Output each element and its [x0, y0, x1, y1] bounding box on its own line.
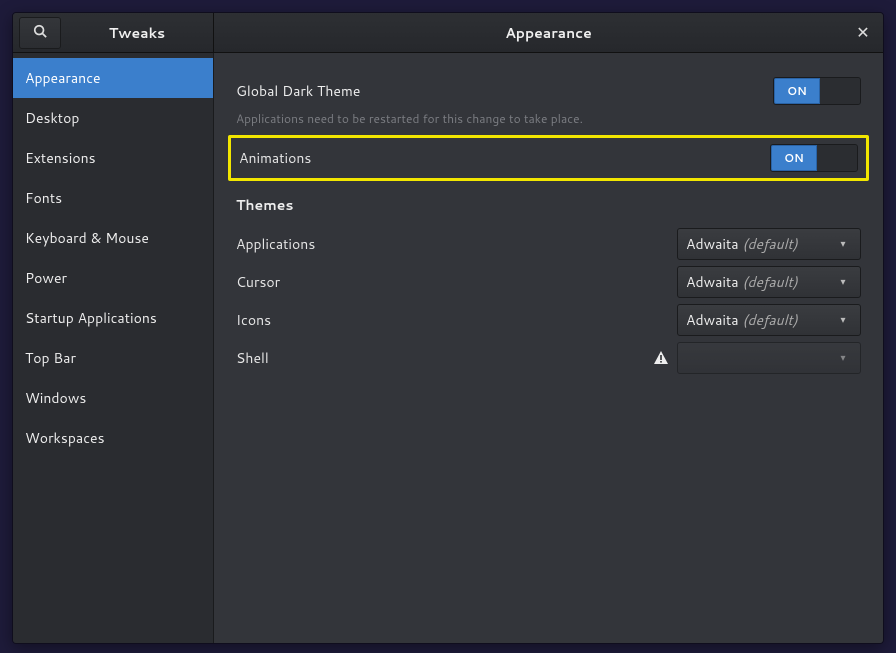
sidebar-item-fonts[interactable]: Fonts [13, 178, 213, 218]
combo-default-suffix: (default) [742, 234, 797, 254]
window-body: AppearanceDesktopExtensionsFontsKeyboard… [13, 53, 883, 643]
combo-value: Adwaita (default) [686, 310, 834, 330]
titlebar-left: Tweaks [13, 13, 214, 53]
theme-label: Applications [236, 234, 677, 254]
combo-value: Adwaita (default) [686, 272, 834, 292]
combo-default-suffix: (default) [742, 272, 797, 292]
titlebar: Tweaks Appearance ✕ [13, 13, 883, 53]
sidebar-item-keyboard-mouse[interactable]: Keyboard & Mouse [13, 218, 213, 258]
app-title: Tweaks [61, 23, 213, 43]
sidebar-item-top-bar[interactable]: Top Bar [13, 338, 213, 378]
sidebar-item-startup-applications[interactable]: Startup Applications [13, 298, 213, 338]
theme-combo-icons[interactable]: Adwaita (default)▾ [677, 304, 861, 336]
sidebar: AppearanceDesktopExtensionsFontsKeyboard… [13, 53, 214, 643]
chevron-down-icon: ▾ [834, 237, 852, 251]
global-dark-theme-row: Global Dark Theme ON [236, 73, 861, 109]
close-icon: ✕ [856, 25, 869, 41]
sidebar-item-windows[interactable]: Windows [13, 378, 213, 418]
theme-combo-applications[interactable]: Adwaita (default)▾ [677, 228, 861, 260]
sidebar-item-power[interactable]: Power [13, 258, 213, 298]
global-dark-theme-switch[interactable]: ON [773, 77, 861, 105]
theme-label: Icons [236, 310, 677, 330]
global-dark-theme-hint: Applications need to be restarted for th… [236, 110, 861, 127]
search-button[interactable] [19, 17, 61, 49]
sidebar-item-extensions[interactable]: Extensions [13, 138, 213, 178]
chevron-down-icon: ▾ [834, 275, 852, 289]
animations-row-highlight: Animations ON [228, 135, 869, 181]
switch-off-handle [820, 78, 860, 104]
sidebar-item-appearance[interactable]: Appearance [13, 58, 213, 98]
sidebar-item-desktop[interactable]: Desktop [13, 98, 213, 138]
theme-row-cursor: CursorAdwaita (default)▾ [236, 263, 861, 301]
sidebar-item-workspaces[interactable]: Workspaces [13, 418, 213, 458]
tweaks-window: Tweaks Appearance ✕ AppearanceDesktopExt… [12, 12, 884, 644]
warning-icon [653, 350, 669, 366]
switch-off-handle [817, 145, 857, 171]
search-icon [33, 23, 47, 43]
theme-row-applications: ApplicationsAdwaita (default)▾ [236, 225, 861, 263]
chevron-down-icon: ▾ [834, 351, 852, 365]
switch-on-label: ON [771, 145, 817, 171]
theme-label: Shell [236, 348, 653, 368]
animations-label: Animations [239, 148, 770, 168]
theme-row-shell: Shell ▾ [236, 339, 861, 377]
global-dark-theme-label: Global Dark Theme [236, 81, 773, 101]
chevron-down-icon: ▾ [834, 313, 852, 327]
close-button[interactable]: ✕ [853, 23, 873, 43]
page-title: Appearance [214, 23, 883, 43]
theme-combo-shell: ▾ [677, 342, 861, 374]
combo-default-suffix: (default) [742, 310, 797, 330]
content-pane: Global Dark Theme ON Applications need t… [214, 53, 883, 643]
themes-heading: Themes [236, 195, 861, 215]
theme-combo-cursor[interactable]: Adwaita (default)▾ [677, 266, 861, 298]
animations-switch[interactable]: ON [770, 144, 858, 172]
titlebar-right: Appearance ✕ [214, 13, 883, 53]
theme-row-icons: IconsAdwaita (default)▾ [236, 301, 861, 339]
combo-value: Adwaita (default) [686, 234, 834, 254]
switch-on-label: ON [774, 78, 820, 104]
theme-label: Cursor [236, 272, 677, 292]
